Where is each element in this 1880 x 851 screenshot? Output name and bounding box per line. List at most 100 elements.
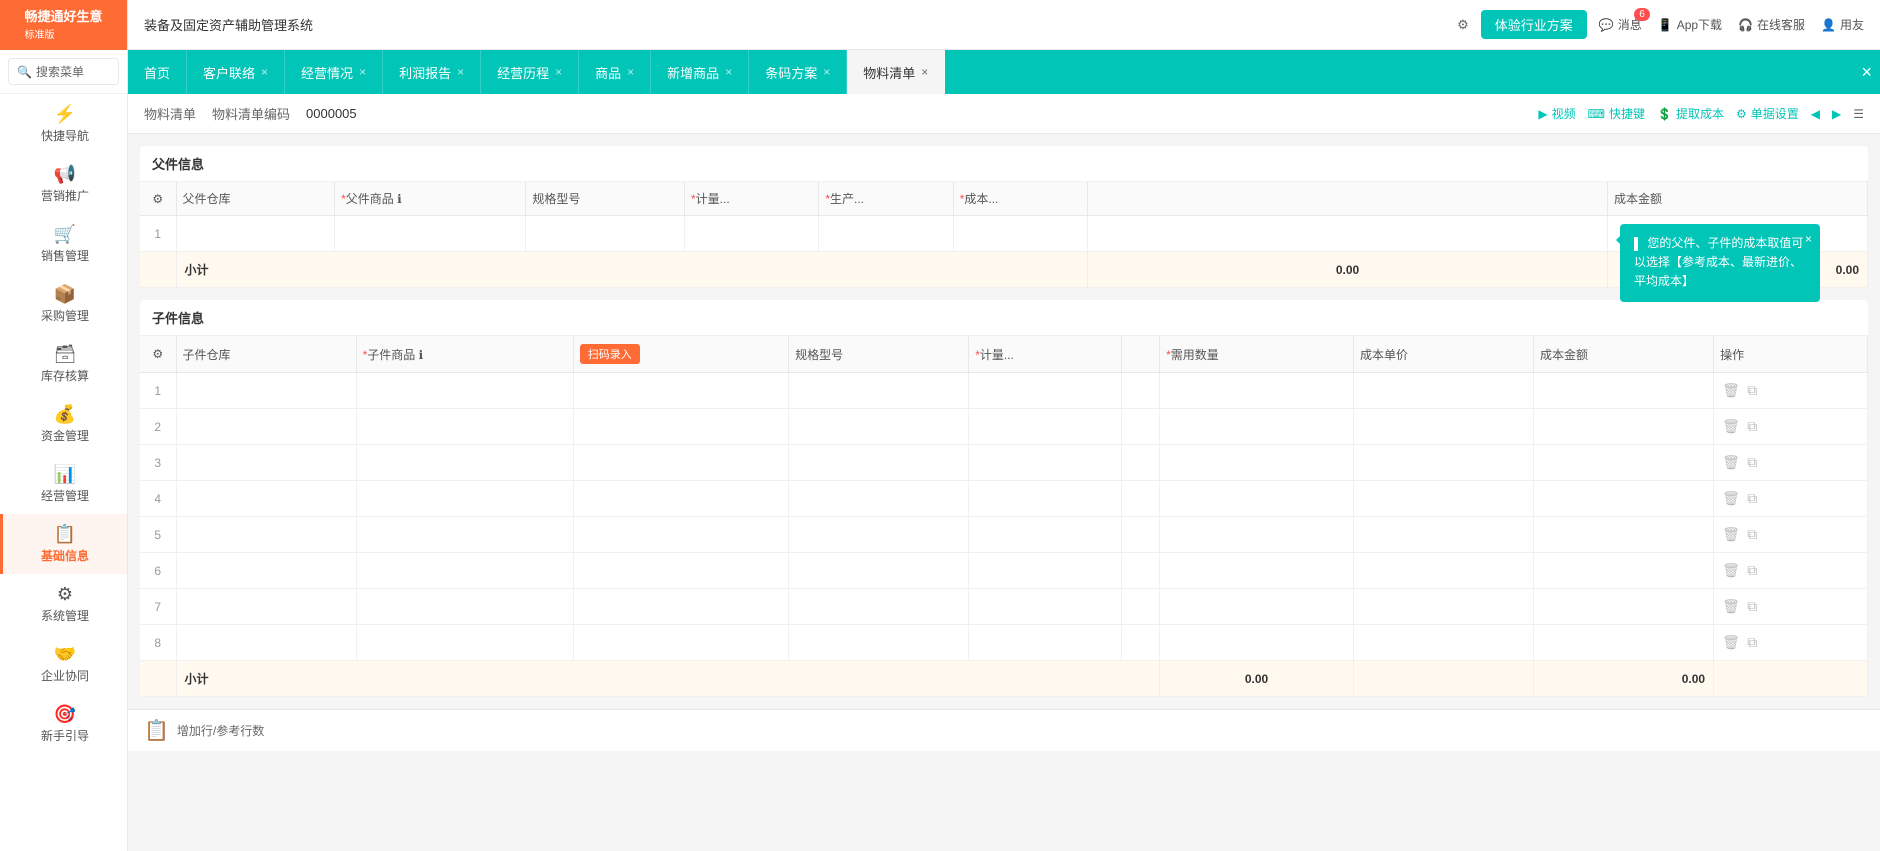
trial-button[interactable]: 体验行业方案 [1481, 10, 1587, 39]
tab-bom[interactable]: 物料清单 × [847, 50, 945, 94]
child-row-4-delete-icon[interactable]: 🗑 [1722, 490, 1740, 506]
header-settings-icon[interactable]: ⚙ [1457, 17, 1469, 33]
child-row-2-qty[interactable] [1160, 409, 1354, 445]
sidebar-item-operations[interactable]: 📊 经营管理 [0, 454, 127, 514]
child-row-7-copy-icon[interactable]: ⧉ [1747, 598, 1757, 614]
search-icon: 🔍 [17, 65, 32, 79]
child-row-2-unit-cost[interactable] [1353, 409, 1533, 445]
child-row-2-unit[interactable] [969, 409, 1122, 445]
child-row-2-product[interactable] [356, 409, 573, 445]
tab-operations-label: 经营情况 [301, 63, 353, 82]
tab-profit[interactable]: 利润报告 × [383, 50, 481, 94]
parent-col-warehouse: 父件仓库 [176, 182, 335, 216]
sidebar-item-enterprise[interactable]: 🤝 企业协同 [0, 634, 127, 694]
child-row-2-copy-icon[interactable]: ⧉ [1747, 418, 1757, 434]
nav-next-icon[interactable]: ▶ [1832, 107, 1841, 121]
child-row-2-warehouse[interactable] [176, 409, 356, 445]
parent-col-settings[interactable]: ⚙ [140, 182, 176, 216]
inventory-icon: 🗃 [54, 344, 77, 365]
tab-barcode-close[interactable]: × [823, 65, 830, 79]
child-row-1-delete-icon[interactable]: 🗑 [1722, 382, 1740, 398]
child-row-8-copy-icon[interactable]: ⧉ [1747, 634, 1757, 650]
cost-label: 提取成本 [1676, 105, 1724, 122]
online-service-action[interactable]: 🎧 在线客服 [1738, 16, 1805, 33]
child-row-3-delete-icon[interactable]: 🗑 [1722, 454, 1740, 470]
child-row-2-spec[interactable] [789, 409, 969, 445]
child-row-5-delete-icon[interactable]: 🗑 [1722, 526, 1740, 542]
tab-goods-close[interactable]: × [627, 65, 634, 79]
child-row-1-unit-cost[interactable] [1353, 373, 1533, 409]
child-row-8-delete-icon[interactable]: 🗑 [1722, 634, 1740, 650]
tab-profit-close[interactable]: × [457, 65, 464, 79]
child-row-3-warehouse[interactable] [176, 445, 356, 481]
sidebar-item-inventory[interactable]: 🗃 库存核算 [0, 334, 127, 394]
settings-action-button[interactable]: ⚙ 单据设置 [1736, 105, 1799, 122]
scan-button[interactable]: 扫码录入 [580, 344, 640, 364]
parent-row-spacer [1088, 216, 1608, 252]
sidebar-item-finance[interactable]: 💰 资金管理 [0, 394, 127, 454]
sidebar-item-marketing[interactable]: 📢 营销推广 [0, 154, 127, 214]
parent-row-cost[interactable] [953, 216, 1087, 252]
sidebar-item-sales[interactable]: 🛒 销售管理 [0, 214, 127, 274]
tab-new-goods-close[interactable]: × [725, 65, 732, 79]
parent-row-unit[interactable] [684, 216, 818, 252]
child-row-4-copy-icon[interactable]: ⧉ [1747, 490, 1757, 506]
tab-history-close[interactable]: × [555, 65, 562, 79]
sidebar-item-basic-info[interactable]: 📋 基础信息 [0, 514, 127, 574]
search-menu-button[interactable]: 🔍 搜索菜单 [8, 58, 119, 85]
nav-prev-icon[interactable]: ◀ [1811, 107, 1820, 121]
child-row-8-index: 8 [140, 625, 176, 661]
tab-bom-close[interactable]: × [921, 65, 928, 79]
child-row-1-spec[interactable] [789, 373, 969, 409]
tooltip-close-button[interactable]: × [1805, 230, 1812, 249]
tab-operations[interactable]: 经营情况 × [285, 50, 383, 94]
message-action[interactable]: 💬 消息 6 [1599, 16, 1642, 33]
sidebar-item-system[interactable]: ⚙ 系统管理 [0, 574, 127, 634]
tab-operations-close[interactable]: × [359, 65, 366, 79]
cost-tooltip: 您的父件、子件的成本取值可以选择【参考成本、最新进价、平均成本】 × [1620, 224, 1820, 302]
parent-row-spec[interactable] [526, 216, 685, 252]
sidebar-item-purchase[interactable]: 📦 采购管理 [0, 274, 127, 334]
expand-icon[interactable]: ☰ [1853, 107, 1864, 121]
parent-table-row: 1 [140, 216, 1868, 252]
shortcut-action-button[interactable]: ⌨ 快捷键 [1588, 105, 1645, 122]
child-row-1-unit[interactable] [969, 373, 1122, 409]
child-col-settings[interactable]: ⚙ [140, 336, 176, 373]
cost-action-button[interactable]: 💲 提取成本 [1657, 105, 1724, 122]
top-header: 装备及固定资产辅助管理系统 ⚙ 体验行业方案 💬 消息 6 📱 App下载 🎧 … [128, 0, 1880, 50]
tab-customer[interactable]: 客户联络 × [187, 50, 285, 94]
tab-history[interactable]: 经营历程 × [481, 50, 579, 94]
parent-row-production[interactable] [819, 216, 953, 252]
child-col-scan[interactable]: 扫码录入 [573, 336, 788, 373]
child-row-7-delete-icon[interactable]: 🗑 [1722, 598, 1740, 614]
tab-home[interactable]: 首页 [128, 50, 187, 94]
tab-customer-close[interactable]: × [261, 65, 268, 79]
user-action[interactable]: 👤 用友 [1821, 16, 1864, 33]
child-row-1-warehouse[interactable] [176, 373, 356, 409]
tab-new-goods[interactable]: 新增商品 × [651, 50, 749, 94]
child-row-3-copy-icon[interactable]: ⧉ [1747, 454, 1757, 470]
sidebar-item-sales-label: 销售管理 [41, 247, 89, 264]
parent-row-warehouse[interactable] [176, 216, 335, 252]
parent-row-product[interactable] [335, 216, 526, 252]
child-subtotal-amount: 0.00 [1534, 661, 1714, 697]
tooltip-text: 您的父件、子件的成本取值可以选择【参考成本、最新进价、平均成本】 [1634, 236, 1803, 288]
child-row-5-copy-icon[interactable]: ⧉ [1747, 526, 1757, 542]
view-action-button[interactable]: ▶ 视频 [1538, 105, 1575, 122]
sidebar-item-quick-nav[interactable]: ⚡ 快捷导航 [0, 94, 127, 154]
child-row-3-index: 3 [140, 445, 176, 481]
child-row-3-product[interactable] [356, 445, 573, 481]
child-row-6-copy-icon[interactable]: ⧉ [1747, 562, 1757, 578]
child-row-1-qty[interactable] [1160, 373, 1354, 409]
main-content: 装备及固定资产辅助管理系统 ⚙ 体验行业方案 💬 消息 6 📱 App下载 🎧 … [128, 0, 1880, 851]
child-row-1-product[interactable] [356, 373, 573, 409]
tab-barcode[interactable]: 条码方案 × [749, 50, 847, 94]
child-row-2-delete-icon[interactable]: 🗑 [1722, 418, 1740, 434]
add-row-icon[interactable]: 📋 [144, 718, 169, 743]
app-download-action[interactable]: 📱 App下载 [1658, 16, 1722, 33]
tab-more-button[interactable]: × [1861, 62, 1880, 83]
sidebar-item-guide[interactable]: 🎯 新手引导 [0, 694, 127, 754]
child-row-1-copy-icon[interactable]: ⧉ [1747, 382, 1757, 398]
child-row-6-delete-icon[interactable]: 🗑 [1722, 562, 1740, 578]
tab-goods[interactable]: 商品 × [579, 50, 651, 94]
